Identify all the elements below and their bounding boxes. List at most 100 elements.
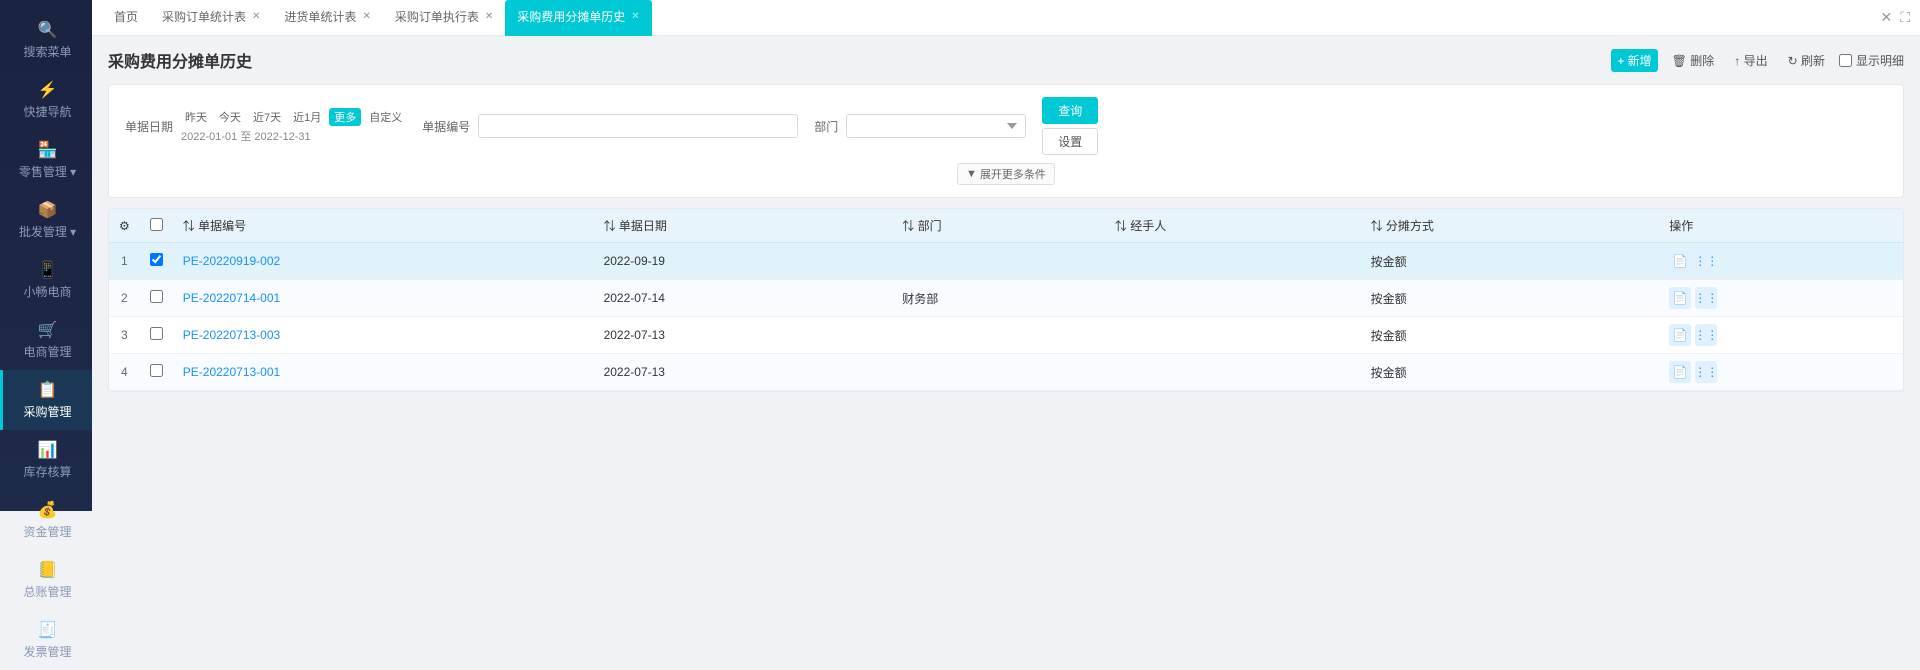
show-columns-label: 显示明细 <box>1856 52 1904 69</box>
table-row: 2 PE-20220714-001 2022-07-14 财务部 按金额 📄 ⋮… <box>109 280 1903 317</box>
add-button[interactable]: + 新增 <box>1611 49 1657 72</box>
show-columns-input[interactable] <box>1839 54 1852 67</box>
doc-number-input[interactable] <box>478 114 798 138</box>
more-action-btn-2[interactable]: ⋮⋮ <box>1695 324 1717 346</box>
doc-number-link-0[interactable]: PE-20220919-002 <box>183 254 280 268</box>
sidebar-item-shortcut[interactable]: ⚡快捷导航 <box>0 70 92 130</box>
row-actions-0: 📄 ⋮⋮ <box>1659 243 1903 280</box>
th-setting[interactable]: ⚙ <box>109 209 140 243</box>
date-shortcut-4[interactable]: 更多 <box>329 108 361 126</box>
more-action-btn-0[interactable]: ⋮⋮ <box>1695 250 1717 272</box>
row-doc-number-0: PE-20220919-002 <box>173 243 594 280</box>
sidebar-item-invoice[interactable]: 🧾发票管理 <box>0 610 92 670</box>
tab-close-purchase-order-stats[interactable]: ✕ <box>252 11 260 22</box>
tabs-bar: 首页采购订单统计表✕进货单统计表✕采购订单执行表✕采购费用分摊单历史✕ ✕ ⛶ <box>92 0 1920 36</box>
row-doc-date-2: 2022-07-13 <box>594 317 893 354</box>
sidebar-icon-ledger: 📒 <box>38 560 58 580</box>
row-checkbox-3[interactable] <box>150 364 163 377</box>
sidebar-item-finance[interactable]: 💰资金管理 <box>0 490 92 550</box>
row-checkbox-2[interactable] <box>150 327 163 340</box>
more-action-btn-1[interactable]: ⋮⋮ <box>1695 287 1717 309</box>
row-checkbox-0[interactable] <box>150 253 163 266</box>
date-shortcut-5[interactable]: 自定义 <box>365 108 406 126</box>
sidebar-label-mini: 小畅电商 <box>23 283 71 300</box>
row-check-2[interactable] <box>140 317 173 354</box>
expand-label: 展开更多条件 <box>980 166 1046 182</box>
date-shortcut-1[interactable]: 今天 <box>215 108 245 126</box>
settings-col-icon[interactable]: ⚙ <box>119 219 130 233</box>
date-label: 单据日期 <box>125 118 173 135</box>
table-row: 3 PE-20220713-003 2022-07-13 按金额 📄 ⋮⋮ <box>109 317 1903 354</box>
expand-window-btn[interactable]: ⛶ <box>1900 9 1910 26</box>
tab-purchase-order-stats[interactable]: 采购订单统计表✕ <box>150 0 272 36</box>
show-columns-checkbox[interactable]: 显示明细 <box>1839 52 1904 69</box>
tab-close-purchase-cost-history[interactable]: ✕ <box>631 11 639 22</box>
tab-close-purchase-goods-stats[interactable]: ✕ <box>362 11 370 22</box>
th-check[interactable] <box>140 209 173 243</box>
row-actions-2: 📄 ⋮⋮ <box>1659 317 1903 354</box>
row-checkbox-1[interactable] <box>150 290 163 303</box>
date-range-text: 2022-01-01 至 2022-12-31 <box>181 128 406 144</box>
sidebar-item-inventory[interactable]: 📊库存核算 <box>0 430 92 490</box>
row-split-method-0: 按金额 <box>1361 243 1660 280</box>
sidebar-item-purchase[interactable]: 📋采购管理 <box>0 370 92 430</box>
th-dept[interactable]: ⇅ 部门 <box>892 209 1105 243</box>
date-shortcut-3[interactable]: 近1月 <box>289 108 325 126</box>
sidebar-label-inventory: 库存核算 <box>23 463 71 480</box>
col-label-doc_date: ⇅ 单据日期 <box>604 219 667 233</box>
row-dept-2 <box>892 317 1105 354</box>
row-actions-1: 📄 ⋮⋮ <box>1659 280 1903 317</box>
date-shortcut-2[interactable]: 近7天 <box>249 108 285 126</box>
dept-select[interactable] <box>846 114 1026 138</box>
sidebar-icon-wholesale: 📦 <box>38 200 58 220</box>
sidebar-item-mini[interactable]: 📱小畅电商 <box>0 250 92 310</box>
date-search-field: 单据日期 昨天今天近7天近1月更多自定义 2022-01-01 至 2022-1… <box>125 108 406 144</box>
sidebar-item-wholesale[interactable]: 📦批发管理 ▾ <box>0 190 92 250</box>
export-button[interactable]: ↑ 导出 <box>1728 49 1773 72</box>
th-doc_number[interactable]: ⇅ 单据编号 <box>173 209 594 243</box>
refresh-button[interactable]: ↻ 刷新 <box>1782 49 1831 72</box>
doc-number-link-3[interactable]: PE-20220713-001 <box>183 365 280 379</box>
sidebar-item-search[interactable]: 🔍搜索菜单 <box>0 10 92 70</box>
tab-purchase-goods-stats[interactable]: 进货单统计表✕ <box>272 0 382 36</box>
th-handler[interactable]: ⇅ 经手人 <box>1105 209 1361 243</box>
date-shortcuts-container: 昨天今天近7天近1月更多自定义 2022-01-01 至 2022-12-31 <box>181 108 406 144</box>
expand-conditions-btn[interactable]: ▼ 展开更多条件 <box>957 163 1055 185</box>
th-doc_date[interactable]: ⇅ 单据日期 <box>594 209 893 243</box>
row-check-3[interactable] <box>140 354 173 391</box>
close-window-btn[interactable]: ✕ <box>1880 9 1892 26</box>
view-action-btn-3[interactable]: 📄 <box>1669 361 1691 383</box>
sidebar-item-ledger[interactable]: 📒 总账管理 <box>0 550 92 610</box>
sidebar-item-ecom[interactable]: 🛒电商管理 <box>0 310 92 370</box>
row-check-0[interactable] <box>140 243 173 280</box>
doc-number-link-2[interactable]: PE-20220713-003 <box>183 328 280 342</box>
sidebar-icon-shortcut: ⚡ <box>38 80 58 100</box>
view-action-btn-1[interactable]: 📄 <box>1669 287 1691 309</box>
tab-purchase-cost-history[interactable]: 采购费用分摊单历史✕ <box>505 0 651 36</box>
date-shortcut-0[interactable]: 昨天 <box>181 108 211 126</box>
row-doc-number-2: PE-20220713-003 <box>173 317 594 354</box>
search-button[interactable]: 查询 <box>1042 97 1098 124</box>
table-body: 1 PE-20220919-002 2022-09-19 按金额 📄 ⋮⋮ 2 … <box>109 243 1903 391</box>
sidebar: 🔍搜索菜单⚡快捷导航🏪零售管理 ▾📦批发管理 ▾📱小畅电商🛒电商管理📋采购管理📊… <box>0 0 92 511</box>
doc-number-link-1[interactable]: PE-20220714-001 <box>183 291 280 305</box>
tab-close-purchase-order-exec[interactable]: ✕ <box>485 11 493 22</box>
settings-button[interactable]: 设置 <box>1042 128 1098 155</box>
tab-home[interactable]: 首页 <box>102 0 150 36</box>
row-handler-2 <box>1105 317 1361 354</box>
sidebar-item-retail[interactable]: 🏪零售管理 ▾ <box>0 130 92 190</box>
view-action-btn-2[interactable]: 📄 <box>1669 324 1691 346</box>
table-header: ⚙ ⇅ 单据编号 ⇅ 单据日期 ⇅ 部门⇅ 经手人⇅ 分摊方式操作 <box>109 209 1903 243</box>
th-split_method[interactable]: ⇅ 分摊方式 <box>1361 209 1660 243</box>
select-all-checkbox[interactable] <box>150 218 163 231</box>
sidebar-label-ledger: 总账管理 <box>23 583 71 600</box>
delete-button[interactable]: 🗑 删除 <box>1666 49 1721 72</box>
sidebar-label-retail: 零售管理 ▾ <box>19 163 76 180</box>
row-check-1[interactable] <box>140 280 173 317</box>
tab-purchase-order-exec[interactable]: 采购订单执行表✕ <box>383 0 505 36</box>
table-row: 4 PE-20220713-001 2022-07-13 按金额 📄 ⋮⋮ <box>109 354 1903 391</box>
row-dept-1: 财务部 <box>892 280 1105 317</box>
more-action-btn-3[interactable]: ⋮⋮ <box>1695 361 1717 383</box>
col-label-actions: 操作 <box>1669 219 1693 233</box>
view-action-btn-0[interactable]: 📄 <box>1669 250 1691 272</box>
